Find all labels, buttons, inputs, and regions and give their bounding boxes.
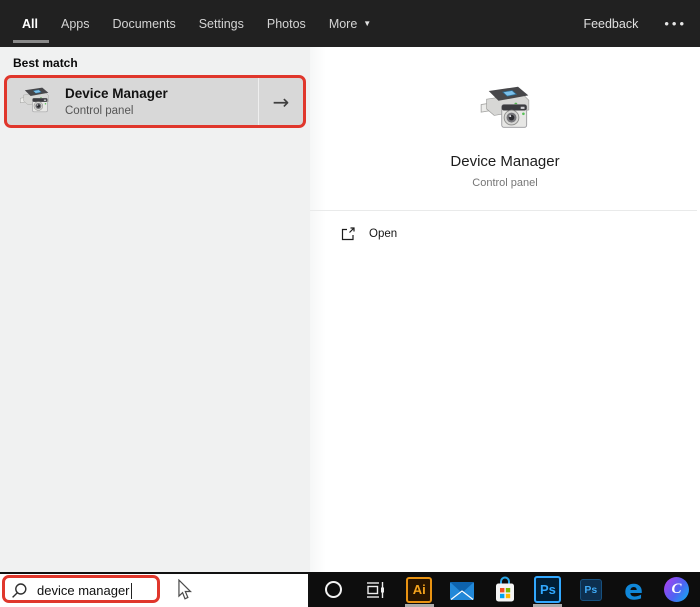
overflow-menu-icon[interactable]: ••• [664, 16, 687, 31]
taskbar-button-mail[interactable] [441, 572, 484, 607]
tab-photos-label: Photos [266, 16, 306, 31]
open-action[interactable]: Open [340, 226, 397, 242]
tab-settings-label: Settings [198, 16, 244, 31]
preview-subtitle: Control panel [472, 177, 538, 189]
preview-divider [310, 210, 697, 211]
taskbar-button-cortana[interactable] [312, 572, 355, 607]
search-icon [12, 582, 27, 598]
taskbar: Ai Ps Ps e C [310, 572, 700, 607]
c-app-icon: C [664, 577, 690, 602]
taskbar-area: device manager Ai Ps Ps e C [0, 572, 700, 607]
feedback-button[interactable]: Feedback [583, 17, 638, 31]
taskbar-button-store[interactable] [484, 572, 527, 607]
photoshop-icon: Ps [534, 576, 562, 603]
best-match-heading: Best match [13, 56, 78, 70]
text-caret [130, 582, 132, 599]
device-manager-icon [20, 87, 49, 113]
best-match-title: Device Manager [65, 86, 168, 102]
cortana-icon [324, 581, 342, 598]
store-icon [496, 576, 514, 602]
preview-panel: Device Manager Control panel Open [310, 47, 700, 572]
tab-apps-label: Apps [60, 16, 90, 31]
tab-settings[interactable]: Settings [199, 0, 244, 47]
device-manager-icon [480, 86, 530, 128]
results-list-panel: Best match Device Manager Control panel … [0, 47, 310, 572]
best-match-result[interactable]: Device Manager Control panel → [7, 78, 303, 125]
tab-all-label: All [22, 16, 38, 31]
taskbar-button-c-app[interactable]: C [655, 572, 698, 607]
search-input[interactable]: device manager [0, 572, 310, 607]
edge-icon: e [624, 572, 644, 606]
taskbar-button-edge[interactable]: e [612, 572, 655, 607]
windows-search-flyout: All Apps Documents Settings Photos More … [0, 0, 700, 607]
search-input-value: device manager [37, 583, 130, 598]
open-action-label: Open [369, 228, 398, 240]
c-app-letter: C [671, 581, 682, 597]
photoshop-2-icon: Ps [579, 578, 602, 601]
tab-photos[interactable]: Photos [267, 0, 306, 47]
expand-result-arrow-button[interactable]: → [259, 78, 303, 125]
taskbar-button-illustrator[interactable]: Ai [398, 572, 441, 607]
tab-documents-label: Documents [112, 16, 176, 31]
taskbar-button-photoshop-2[interactable]: Ps [569, 572, 612, 607]
illustrator-icon: Ai [406, 576, 433, 603]
taskbar-button-task-view[interactable] [355, 572, 398, 607]
tab-more[interactable]: More ▼ [329, 0, 371, 47]
preview-header: Device Manager Control panel [310, 47, 700, 189]
preview-title: Device Manager [450, 153, 560, 170]
mail-icon [450, 581, 475, 600]
highlight-annotation-best-match: Device Manager Control panel → [4, 75, 306, 128]
tab-apps[interactable]: Apps [61, 0, 90, 47]
best-match-text: Device Manager Control panel [65, 86, 168, 117]
search-results-area: Best match Device Manager Control panel … [0, 47, 700, 572]
best-match-subtitle: Control panel [65, 104, 134, 117]
task-view-icon [367, 581, 385, 598]
tab-all[interactable]: All [13, 0, 49, 47]
filter-tabs: All Apps Documents Settings Photos More … [13, 0, 371, 47]
mouse-cursor-icon [178, 579, 192, 600]
chevron-down-icon: ▼ [363, 19, 372, 28]
taskbar-button-photoshop[interactable]: Ps [526, 572, 569, 607]
open-window-icon [341, 227, 355, 241]
search-filter-bar: All Apps Documents Settings Photos More … [0, 0, 700, 47]
tab-more-label: More [328, 16, 358, 31]
topbar-right-group: Feedback ••• [583, 16, 687, 31]
tab-documents[interactable]: Documents [112, 0, 175, 47]
